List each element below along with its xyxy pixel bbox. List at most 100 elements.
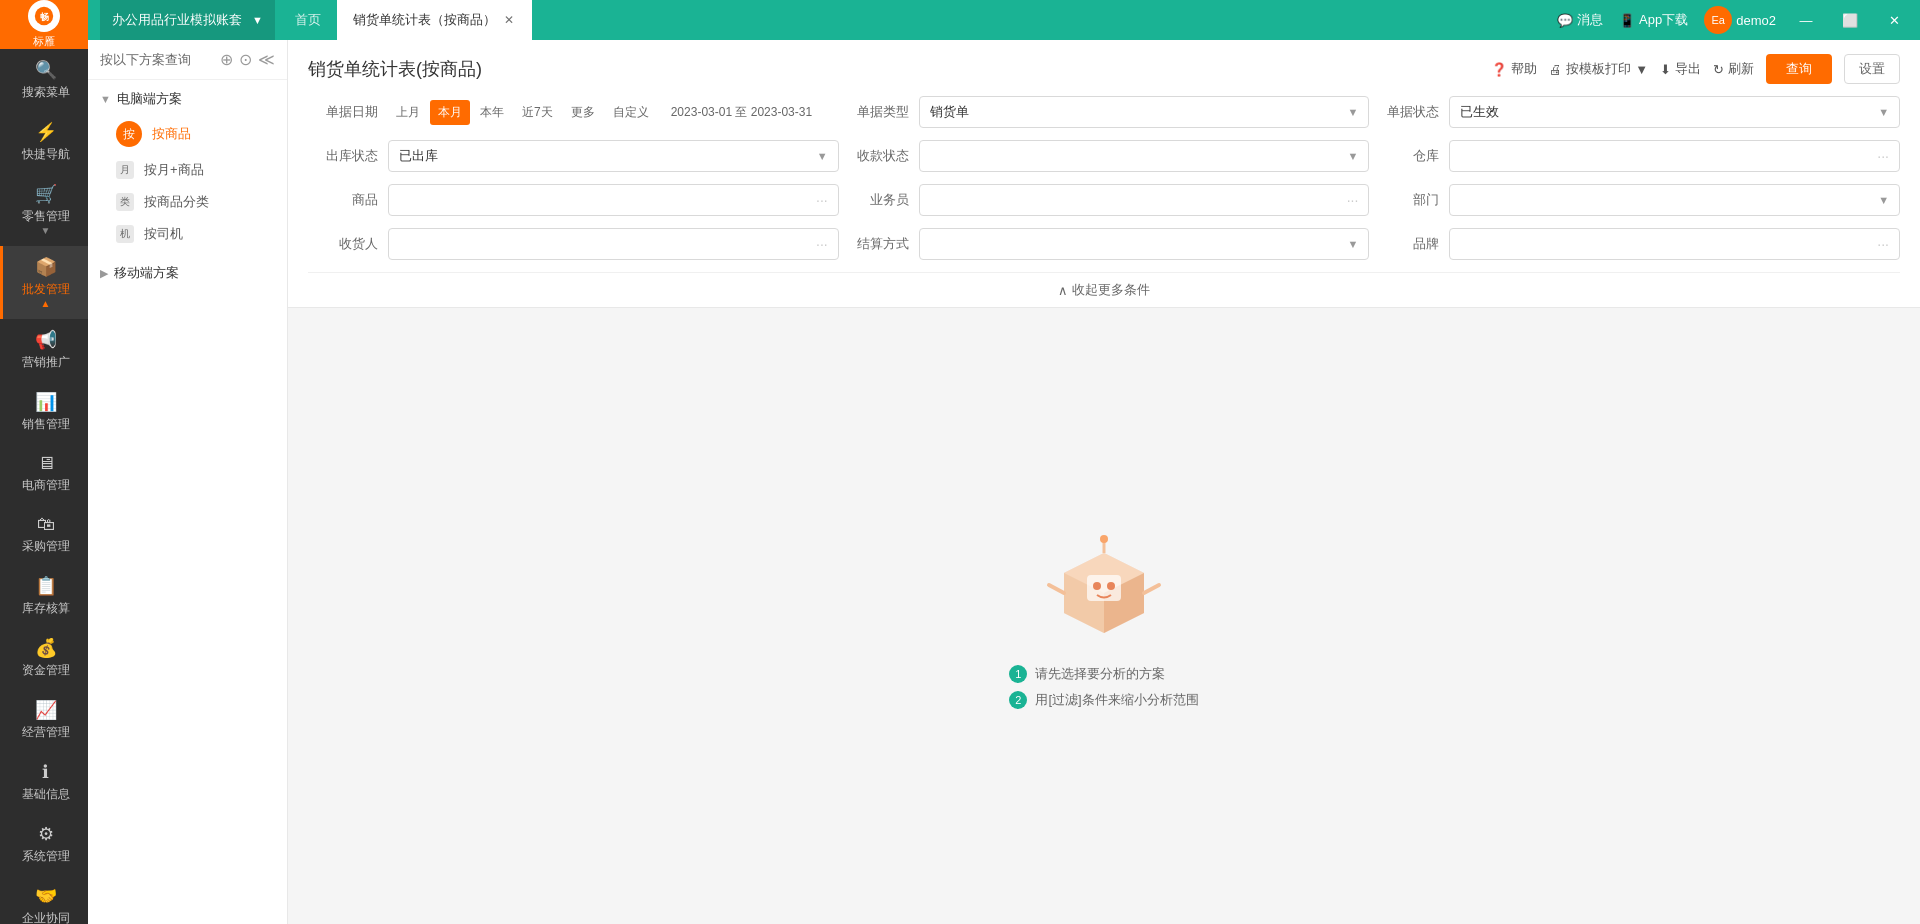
doc-status-input[interactable]: 已生效 ▼ xyxy=(1449,96,1900,128)
payment-status-label: 收款状态 xyxy=(839,147,919,165)
payment-status-input[interactable]: ▼ xyxy=(919,140,1370,172)
print-button[interactable]: 🖨 按模板打印 ▼ xyxy=(1549,60,1648,78)
step-num-2: 2 xyxy=(1009,691,1027,709)
sidebar-item-marketing[interactable]: 📢 营销推广 xyxy=(0,319,88,381)
help-label: 帮助 xyxy=(1511,60,1537,78)
filter-cell-payment-status: 收款状态 ▼ xyxy=(839,140,1370,172)
payment-status-dropdown-icon: ▼ xyxy=(1347,150,1358,162)
date-tab-custom[interactable]: 自定义 xyxy=(605,100,657,125)
brand-name: 办公用品行业模拟账套 xyxy=(112,11,242,29)
sidebar-item-label: 经营管理 xyxy=(22,724,70,741)
doc-status-label: 单据状态 xyxy=(1369,103,1449,121)
brand-label: 品牌 xyxy=(1369,235,1449,253)
sidebar-item-purchase[interactable]: 🛍 采购管理 xyxy=(0,504,88,565)
empty-step-2: 2 用[过滤]条件来缩小分析范围 xyxy=(1009,691,1198,709)
goods-input[interactable]: ··· xyxy=(388,184,839,216)
empty-step-1: 1 请先选择要分析的方案 xyxy=(1009,665,1198,683)
close-button[interactable]: ✕ xyxy=(1880,6,1908,34)
sidebar-item-ecommerce[interactable]: 🖥 电商管理 xyxy=(0,443,88,504)
message-button[interactable]: 💬 消息 xyxy=(1557,11,1603,29)
help-button[interactable]: ❓ 帮助 xyxy=(1491,60,1537,78)
maximize-button[interactable]: ⬜ xyxy=(1836,6,1864,34)
department-dropdown-icon: ▼ xyxy=(1878,194,1889,206)
sidebar-item-label: 基础信息 xyxy=(22,786,70,803)
recipient-input[interactable]: ··· xyxy=(388,228,839,260)
sidebar-item-cooperation[interactable]: 🤝 企业协同 xyxy=(0,875,88,924)
warehouse-label: 仓库 xyxy=(1369,147,1449,165)
sidebar-item-search-menu[interactable]: 🔍 搜索菜单 xyxy=(0,49,88,111)
refresh-button[interactable]: ↻ 刷新 xyxy=(1713,60,1754,78)
scheme-item-by-goods[interactable]: 按 按商品 xyxy=(88,114,287,154)
sidebar-item-retail[interactable]: 🛒 零售管理 ▼ xyxy=(0,173,88,246)
marketing-icon: 📢 xyxy=(35,329,57,351)
recipient-label: 收货人 xyxy=(308,235,388,253)
sidebar-item-label: 零售管理 xyxy=(22,208,70,225)
app-download-button[interactable]: 📱 App下载 xyxy=(1619,11,1688,29)
ecommerce-icon: 🖥 xyxy=(37,453,55,474)
sidebar-item-operation[interactable]: 📈 经营管理 xyxy=(0,689,88,751)
add-scheme-button[interactable]: ⊕ xyxy=(220,50,233,69)
tab-home[interactable]: 首页 xyxy=(279,0,337,40)
warehouse-status-dropdown-icon: ▼ xyxy=(817,150,828,162)
scheme-item-driver[interactable]: 机 按司机 xyxy=(88,218,287,250)
scheme-panel-title: 按以下方案查询 xyxy=(100,51,191,69)
scheme-item-category[interactable]: 类 按商品分类 xyxy=(88,186,287,218)
close-icon: ✕ xyxy=(1889,13,1900,28)
scheme-item-month-goods[interactable]: 月 按月+商品 xyxy=(88,154,287,186)
query-button[interactable]: 查询 xyxy=(1766,54,1832,84)
sidebar-logo[interactable]: 畅 标雁 xyxy=(0,0,88,49)
user-menu[interactable]: Ea demo2 xyxy=(1704,6,1776,34)
scheme-group-desktop-header[interactable]: ▼ 电脑端方案 xyxy=(88,84,287,114)
brand-input[interactable]: ··· xyxy=(1449,228,1900,260)
collapse-panel-button[interactable]: ≪ xyxy=(258,50,275,69)
date-tab-more[interactable]: 更多 xyxy=(563,100,603,125)
avatar-text: Ea xyxy=(1712,14,1725,26)
scheme-group-mobile-header[interactable]: ▶ 移动端方案 xyxy=(88,258,287,288)
filter-cell-settlement: 结算方式 ▼ xyxy=(839,228,1370,260)
settings-button[interactable]: 设置 xyxy=(1844,54,1900,84)
department-input[interactable]: ▼ xyxy=(1449,184,1900,216)
scheme-icon-month: 月 xyxy=(116,161,134,179)
tab-close-icon[interactable]: ✕ xyxy=(502,11,516,29)
warehouse-status-input[interactable]: 已出库 ▼ xyxy=(388,140,839,172)
salesperson-label: 业务员 xyxy=(839,191,919,209)
sidebar-item-label: 库存核算 xyxy=(22,600,70,617)
scheme-group-label: 移动端方案 xyxy=(114,264,179,282)
edit-scheme-button[interactable]: ⊙ xyxy=(239,50,252,69)
minimize-button[interactable]: — xyxy=(1792,6,1820,34)
date-tab-7days[interactable]: 近7天 xyxy=(514,100,561,125)
warehouse-dots-icon: ··· xyxy=(1877,148,1889,164)
warehouse-input[interactable]: ··· xyxy=(1449,140,1900,172)
sidebar-item-inventory[interactable]: 📋 库存核算 xyxy=(0,565,88,627)
sidebar-item-system[interactable]: ⚙ 系统管理 xyxy=(0,813,88,875)
tab-sales-stats[interactable]: 销货单统计表（按商品） ✕ xyxy=(337,0,532,40)
filter-row-4: 收货人 ··· 结算方式 ▼ xyxy=(308,228,1900,260)
sidebar-item-basic[interactable]: ℹ 基础信息 xyxy=(0,751,88,813)
sidebar-item-quick-nav[interactable]: ⚡ 快捷导航 xyxy=(0,111,88,173)
scheme-group-mobile: ▶ 移动端方案 xyxy=(88,254,287,292)
date-tab-this-year[interactable]: 本年 xyxy=(472,100,512,125)
doc-type-dropdown-icon: ▼ xyxy=(1347,106,1358,118)
date-range: 2023-03-01 至 2023-03-31 xyxy=(671,104,812,121)
sidebar-item-sales[interactable]: 📊 销售管理 xyxy=(0,381,88,443)
settlement-input[interactable]: ▼ xyxy=(919,228,1370,260)
doc-type-input[interactable]: 销货单 ▼ xyxy=(919,96,1370,128)
date-tab-this-month[interactable]: 本月 xyxy=(430,100,470,125)
help-icon: ❓ xyxy=(1491,62,1507,77)
date-tab-last-month[interactable]: 上月 xyxy=(388,100,428,125)
collapse-button[interactable]: ∧ 收起更多条件 xyxy=(308,272,1900,307)
step-num-1: 1 xyxy=(1009,665,1027,683)
warehouse-status-value: 已出库 xyxy=(399,147,438,165)
logo-icon: 畅 xyxy=(28,0,60,32)
sidebar-item-finance[interactable]: 💰 资金管理 xyxy=(0,627,88,689)
operation-icon: 📈 xyxy=(35,699,57,721)
brand-selector[interactable]: 办公用品行业模拟账套 ▼ xyxy=(100,0,275,40)
settlement-label: 结算方式 xyxy=(839,235,919,253)
sidebar-item-wholesale[interactable]: 📦 批发管理 ▲ xyxy=(0,246,88,319)
export-button[interactable]: ⬇ 导出 xyxy=(1660,60,1701,78)
salesperson-input[interactable]: ··· xyxy=(919,184,1370,216)
retail-icon: 🛒 xyxy=(35,183,57,205)
wholesale-icon: 📦 xyxy=(35,256,57,278)
filter-cell-brand: 品牌 ··· xyxy=(1369,228,1900,260)
date-tabs: 上月 本月 本年 近7天 更多 自定义 xyxy=(388,100,657,125)
